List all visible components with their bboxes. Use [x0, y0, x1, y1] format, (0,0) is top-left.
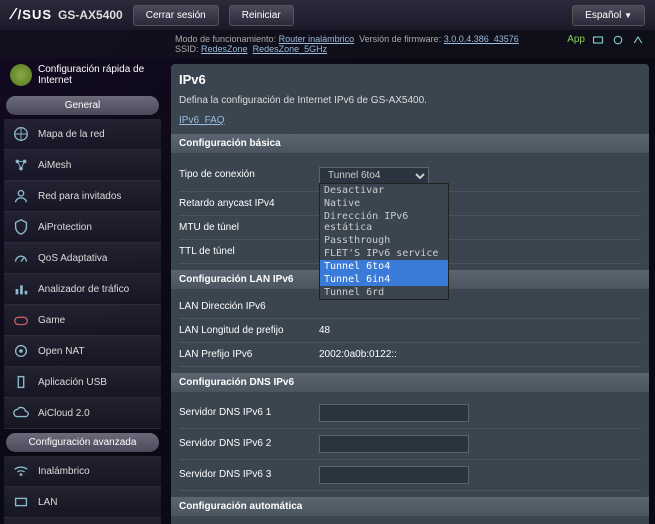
dd-option[interactable]: Tunnel 6rd [320, 286, 448, 299]
label-dns3: Servidor DNS IPv6 3 [179, 469, 319, 480]
cloud-icon [12, 404, 30, 422]
label-lan-prefix: LAN Prefijo IPv6 [179, 349, 319, 360]
label-mtu: MTU de túnel [179, 222, 319, 233]
user-icon [12, 187, 30, 205]
nav-network-map[interactable]: Mapa de la red [4, 119, 161, 150]
quick-setup[interactable]: Configuración rápida de Internet [4, 58, 161, 92]
wifi-icon [12, 462, 30, 480]
nav-wan[interactable]: WAN [4, 518, 161, 524]
dns2-input[interactable] [319, 435, 469, 453]
page-description: Defina la configuración de Internet IPv6… [179, 95, 641, 106]
label-dns2: Servidor DNS IPv6 2 [179, 438, 319, 449]
section-auto: Configuración automática [171, 497, 649, 516]
usb-app-icon [12, 373, 30, 391]
chart-icon [12, 280, 30, 298]
nav-opennat[interactable]: Open NAT [4, 336, 161, 367]
label-anycast: Retardo anycast IPv4 [179, 198, 319, 209]
operation-mode-link[interactable]: Router inalámbrico [279, 34, 355, 44]
section-basic: Configuración básica [171, 134, 649, 153]
label-lan-addr: LAN Dirección IPv6 [179, 301, 319, 312]
nat-icon [12, 342, 30, 360]
mesh-icon [12, 156, 30, 174]
reboot-button[interactable]: Reiniciar [229, 5, 294, 26]
faq-link[interactable]: IPv6_FAQ [179, 115, 225, 126]
nav-aiprotection[interactable]: AiProtection [4, 212, 161, 243]
status-icon[interactable] [631, 34, 645, 46]
nav-lan[interactable]: LAN [4, 487, 161, 518]
link-icon[interactable] [591, 34, 605, 46]
nav-aimesh[interactable]: AiMesh [4, 150, 161, 181]
topbar: ⁄/SUS GS-AX5400 Cerrar sesión Reiniciar … [0, 0, 655, 30]
value-lan-prefix: 2002:0a0b:0122:: [319, 349, 397, 360]
firmware-link[interactable]: 3.0.0.4.386_43576 [444, 34, 519, 44]
dd-option[interactable]: Tunnel 6in4 [320, 273, 448, 286]
nav-aicloud[interactable]: AiCloud 2.0 [4, 398, 161, 429]
model-name: GS-AX5400 [58, 8, 123, 22]
dd-option[interactable]: Passthrough [320, 234, 448, 247]
nav-qos[interactable]: QoS Adaptativa [4, 243, 161, 274]
page-title: IPv6 [179, 72, 641, 87]
dd-option[interactable]: Native [320, 197, 448, 210]
lan-icon [12, 493, 30, 511]
label-dns1: Servidor DNS IPv6 1 [179, 407, 319, 418]
nav-usb[interactable]: Aplicación USB [4, 367, 161, 398]
info-bar: App Modo de funcionamiento: Router inalá… [0, 30, 655, 58]
game-icon [12, 311, 30, 329]
ssid-link-2[interactable]: RedesZone_5GHz [253, 44, 328, 54]
nav-wireless[interactable]: Inalámbrico [4, 456, 161, 487]
dns1-input[interactable] [319, 404, 469, 422]
usb-icon[interactable] [611, 34, 625, 46]
conn-type-select[interactable]: Tunnel 6to4 [319, 167, 429, 185]
conn-type-dropdown: Desactivar Native Dirección IPv6 estátic… [319, 183, 449, 300]
section-dns: Configuración DNS IPv6 [171, 373, 649, 392]
ssid-link-1[interactable]: RedesZone [201, 44, 248, 54]
dns3-input[interactable] [319, 466, 469, 484]
label-conn-type: Tipo de conexión [179, 169, 319, 180]
dd-option[interactable]: FLET'S IPv6 service [320, 247, 448, 260]
value-lan-prefix-len: 48 [319, 325, 330, 336]
section-advanced: Configuración avanzada [6, 433, 159, 452]
dd-option[interactable]: Desactivar [320, 184, 448, 197]
quick-setup-icon [10, 64, 32, 86]
label-lan-prefix-len: LAN Longitud de prefijo [179, 325, 319, 336]
dd-option[interactable]: Dirección IPv6 estática [320, 210, 448, 234]
globe-icon [12, 125, 30, 143]
nav-guest[interactable]: Red para invitados [4, 181, 161, 212]
logout-button[interactable]: Cerrar sesión [133, 5, 219, 26]
nav-game[interactable]: Game [4, 305, 161, 336]
gauge-icon [12, 249, 30, 267]
sidebar: Configuración rápida de Internet General… [0, 58, 165, 524]
label-ttl: TTL de túnel [179, 246, 319, 257]
shield-icon [12, 218, 30, 236]
content-panel: IPv6 Defina la configuración de Internet… [165, 58, 655, 524]
language-selector[interactable]: Español ▼ [572, 5, 645, 26]
dd-option[interactable]: Tunnel 6to4 [320, 260, 448, 273]
app-link[interactable]: App [567, 34, 585, 46]
nav-traffic[interactable]: Analizador de tráfico [4, 274, 161, 305]
section-general: General [6, 96, 159, 115]
brand-logo: ⁄/SUS [10, 6, 52, 24]
chevron-down-icon: ▼ [624, 11, 632, 20]
